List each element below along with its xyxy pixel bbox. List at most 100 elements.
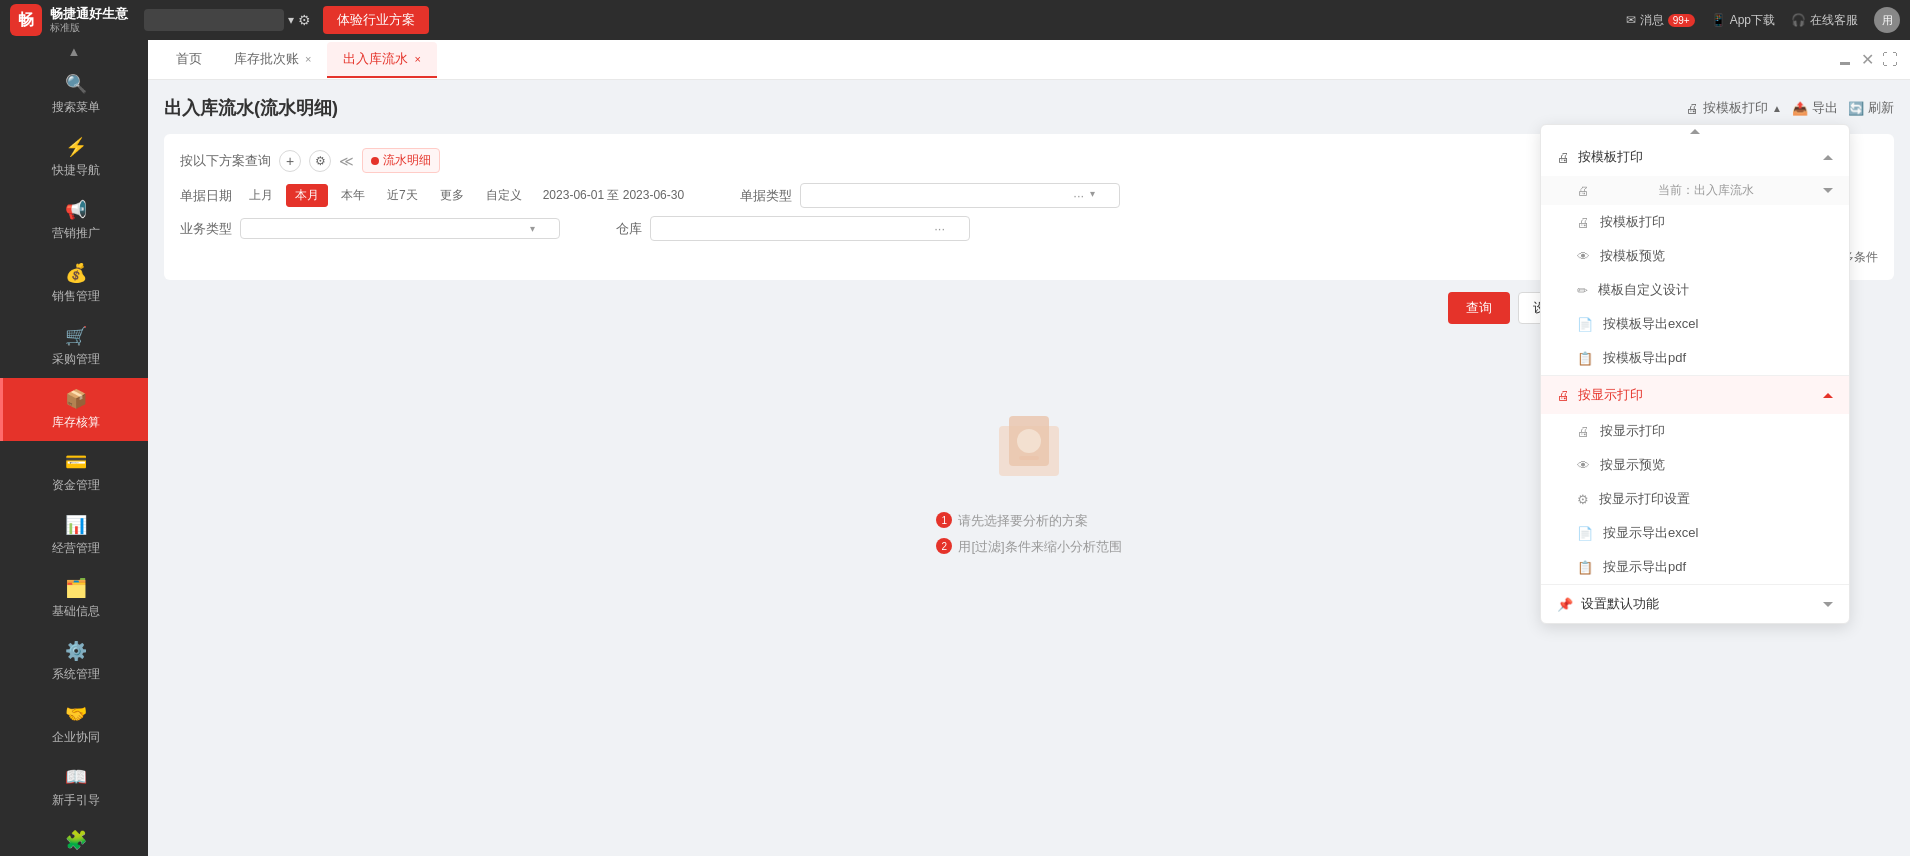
tab-minimize-icon[interactable]: 🗕 — [1837, 51, 1853, 69]
tab-batch-close[interactable]: × — [305, 53, 311, 65]
app-download-btn[interactable]: 📱 App下载 — [1711, 12, 1775, 29]
avatar[interactable]: 用 — [1874, 7, 1900, 33]
sales-icon: 💰 — [65, 262, 87, 284]
query-btn[interactable]: 查询 — [1448, 292, 1510, 324]
sidebar-item-sales[interactable]: 💰 销售管理 — [0, 252, 148, 315]
empty-illustration — [979, 396, 1079, 496]
doc-type-select[interactable]: ··· ▾ — [800, 183, 1120, 208]
dot-red-icon — [371, 157, 379, 165]
sidebar-item-appstore[interactable]: 🧩 应用中心 — [0, 819, 148, 856]
search-dropdown-btn[interactable]: ▾ — [288, 13, 294, 27]
finance-icon: 💳 — [65, 451, 87, 473]
sidebar-item-search[interactable]: 🔍 搜索菜单 — [0, 63, 148, 126]
export-btn[interactable]: 📤 导出 — [1792, 99, 1838, 117]
date-shortcut-this-month[interactable]: 本月 — [286, 184, 328, 207]
warehouse-more-icon[interactable]: ··· — [934, 221, 945, 236]
print-template-btn[interactable]: 🖨 按模板打印 ▲ — [1686, 99, 1782, 117]
panel-item-display-print[interactable]: 🖨 按显示打印 — [1541, 414, 1849, 448]
app-logo: 畅 — [10, 4, 42, 36]
tab-flow[interactable]: 出入库流水 × — [327, 42, 436, 78]
sidebar-item-quick-nav[interactable]: ⚡ 快捷导航 — [0, 126, 148, 189]
panel-item-display-settings[interactable]: ⚙ 按显示打印设置 — [1541, 482, 1849, 516]
app-body: ▲ 🔍 搜索菜单 ⚡ 快捷导航 📢 营销推广 💰 销售管理 🛒 采购管理 📦 库… — [0, 40, 1910, 856]
sidebar-item-operation[interactable]: 📊 经营管理 — [0, 504, 148, 567]
sidebar-item-basic[interactable]: 🗂️ 基础信息 — [0, 567, 148, 630]
sidebar-item-inventory[interactable]: 📦 库存核算 — [0, 378, 148, 441]
inventory-icon: 📦 — [65, 388, 87, 410]
template-print-icon: 🖨 — [1577, 215, 1590, 230]
panel-item-template-excel[interactable]: 📄 按模板导出excel — [1541, 307, 1849, 341]
sidebar-label: 经营管理 — [52, 540, 100, 557]
biz-type-label: 业务类型 — [180, 220, 232, 238]
panel-item-template-pdf[interactable]: 📋 按模板导出pdf — [1541, 341, 1849, 375]
warehouse-label: 仓库 — [616, 220, 642, 238]
app-brand: 畅捷通好生意 标准版 — [50, 6, 128, 34]
page-header: 出入库流水(流水明细) 🖨 按模板打印 ▲ 📤 导出 🔄 刷新 — [164, 96, 1894, 120]
panel-item-display-pdf[interactable]: 📋 按显示导出pdf — [1541, 550, 1849, 584]
panel-item-display-preview[interactable]: 👁 按显示预览 — [1541, 448, 1849, 482]
sidebar-item-finance[interactable]: 💳 资金管理 — [0, 441, 148, 504]
empty-tips: 1 请先选择要分析的方案 2 用[过滤]条件来缩小分析范围 — [936, 512, 1121, 564]
message-btn[interactable]: ✉ 消息 99+ — [1626, 12, 1695, 29]
sidebar-item-guide[interactable]: 📖 新手引导 — [0, 756, 148, 819]
sidebar-item-coop[interactable]: 🤝 企业协同 — [0, 693, 148, 756]
basic-icon: 🗂️ — [65, 577, 87, 599]
tab-expand-icon[interactable]: ⛶ — [1882, 51, 1898, 69]
panel-template-print-header[interactable]: 🖨 按模板打印 — [1541, 138, 1849, 176]
sidebar-label: 基础信息 — [52, 603, 100, 620]
search-icon: 🔍 — [65, 73, 87, 95]
sidebar-item-marketing[interactable]: 📢 营销推广 — [0, 189, 148, 252]
doc-type-more-icon[interactable]: ··· — [1073, 188, 1084, 203]
sidebar-item-system[interactable]: ⚙️ 系统管理 — [0, 630, 148, 693]
filter-settings-btn[interactable]: ⚙ — [309, 150, 331, 172]
template-pdf-icon: 📋 — [1577, 351, 1593, 366]
date-shortcut-more[interactable]: 更多 — [431, 184, 473, 207]
online-service-btn[interactable]: 🎧 在线客服 — [1791, 12, 1858, 29]
date-shortcut-custom[interactable]: 自定义 — [477, 184, 531, 207]
filter-add-btn[interactable]: + — [279, 150, 301, 172]
filter-collapse-btn[interactable]: ≪ — [339, 153, 354, 169]
set-default-chevron — [1823, 602, 1833, 607]
tab-flow-close[interactable]: × — [414, 53, 420, 65]
appstore-icon: 🧩 — [65, 829, 87, 851]
display-section-chevron — [1823, 393, 1833, 398]
biz-type-select[interactable]: ▾ — [240, 218, 560, 239]
display-settings-icon: ⚙ — [1577, 492, 1589, 507]
panel-item-template-print[interactable]: 🖨 按模板打印 — [1541, 205, 1849, 239]
page-content: 出入库流水(流水明细) 🖨 按模板打印 ▲ 📤 导出 🔄 刷新 — [148, 80, 1910, 856]
search-input[interactable] — [144, 9, 284, 31]
tab-home[interactable]: 首页 — [160, 42, 218, 78]
date-shortcut-last-month[interactable]: 上月 — [240, 184, 282, 207]
doc-type-arrow-icon: ▾ — [1090, 188, 1095, 203]
topbar-right: ✉ 消息 99+ 📱 App下载 🎧 在线客服 用 — [1626, 7, 1900, 33]
settings-icon[interactable]: ⚙ — [298, 12, 311, 28]
refresh-btn[interactable]: 🔄 刷新 — [1848, 99, 1894, 117]
sidebar-label: 营销推广 — [52, 225, 100, 242]
industry-btn[interactable]: 体验行业方案 — [323, 6, 429, 34]
panel-item-template-custom[interactable]: ✏ 模板自定义设计 — [1541, 273, 1849, 307]
sidebar-label: 新手引导 — [52, 792, 100, 809]
panel-display-print-header[interactable]: 🖨 按显示打印 — [1541, 376, 1849, 414]
date-label: 单据日期 — [180, 187, 232, 205]
panel-current-label-row: 🖨 当前：出入库流水 — [1541, 176, 1849, 205]
tip-num-2: 2 — [936, 538, 952, 554]
date-shortcut-this-year[interactable]: 本年 — [332, 184, 374, 207]
tab-close-icon[interactable]: ✕ — [1861, 50, 1874, 69]
panel-scroll-top[interactable] — [1541, 125, 1849, 138]
sidebar-label: 搜索菜单 — [52, 99, 100, 116]
tabbar: 首页 库存批次账 × 出入库流水 × 🗕 ✕ ⛶ — [148, 40, 1910, 80]
doc-type-label: 单据类型 — [740, 187, 792, 205]
panel-item-template-preview[interactable]: 👁 按模板预览 — [1541, 239, 1849, 273]
tab-batch[interactable]: 库存批次账 × — [218, 42, 327, 78]
sidebar-item-purchase[interactable]: 🛒 采购管理 — [0, 315, 148, 378]
print-icon: 🖨 — [1686, 101, 1699, 116]
filter-tag-item[interactable]: 流水明细 — [362, 148, 440, 173]
warehouse-select[interactable]: ··· — [650, 216, 970, 241]
svg-rect-3 — [1019, 456, 1039, 460]
panel-item-display-excel[interactable]: 📄 按显示导出excel — [1541, 516, 1849, 550]
sidebar-scroll-up[interactable]: ▲ — [0, 40, 148, 63]
panel-set-default[interactable]: 📌 设置默认功能 — [1541, 585, 1849, 623]
date-shortcut-last-7[interactable]: 近7天 — [378, 184, 427, 207]
purchase-icon: 🛒 — [65, 325, 87, 347]
sidebar-label: 销售管理 — [52, 288, 100, 305]
